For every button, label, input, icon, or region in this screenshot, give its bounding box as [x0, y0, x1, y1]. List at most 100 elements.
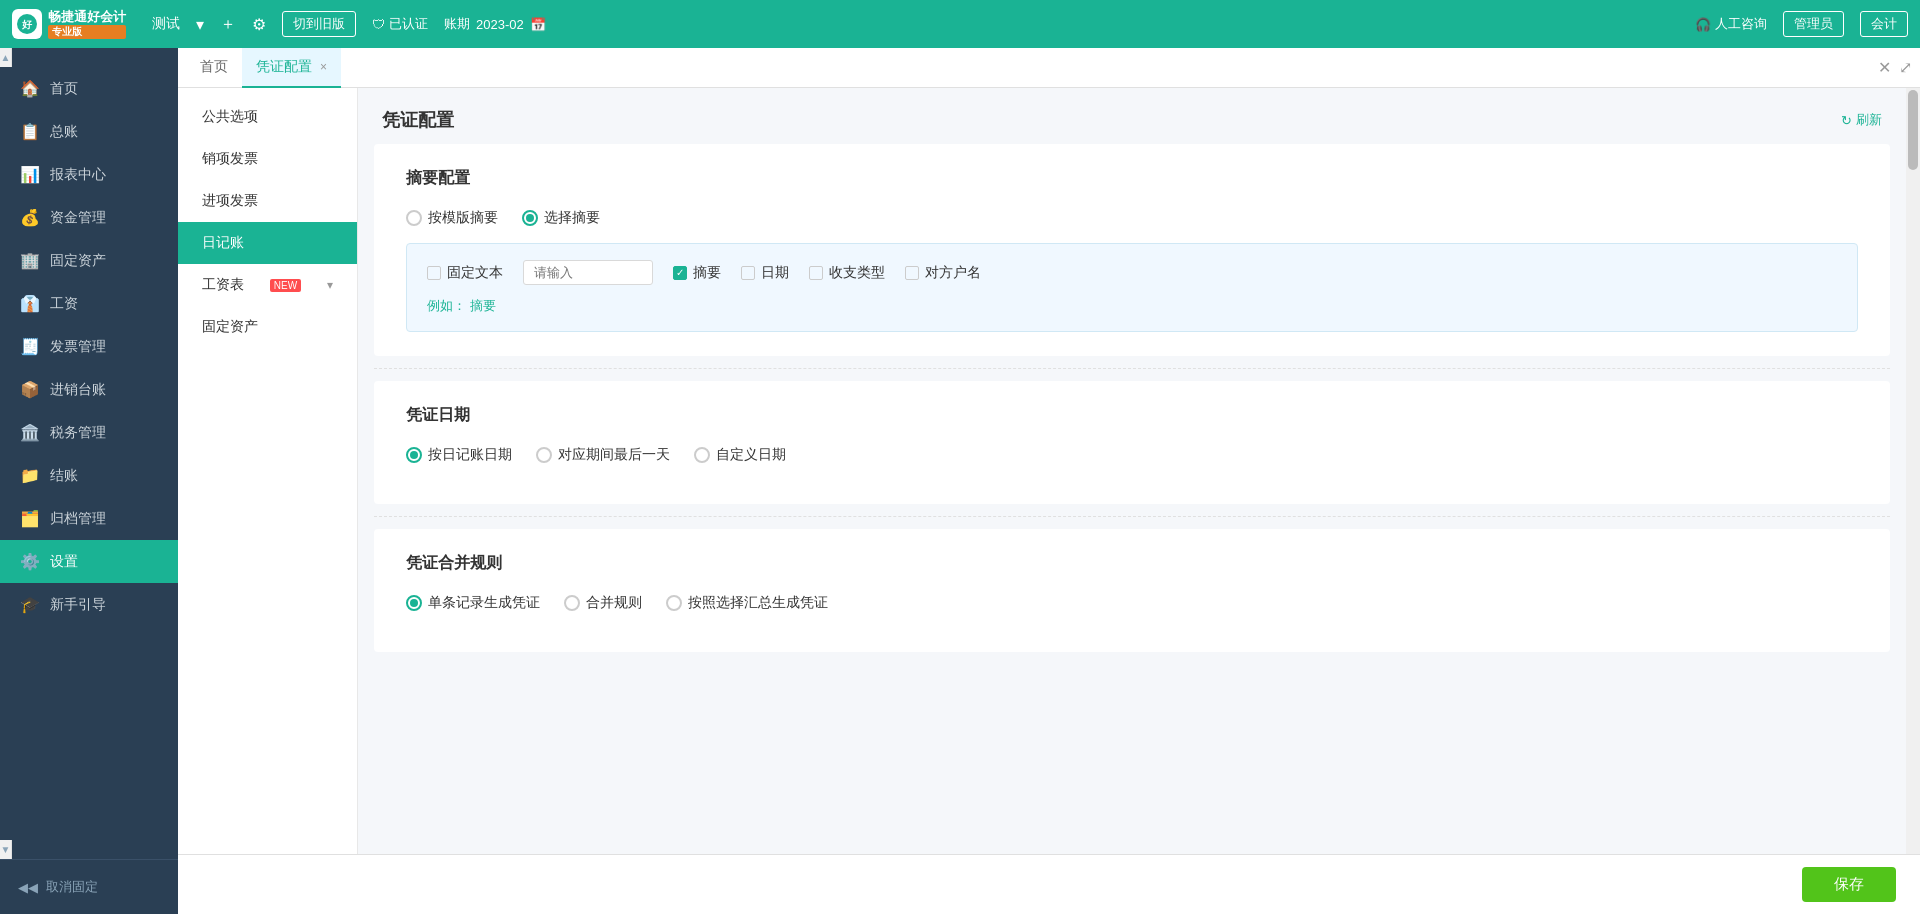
settings-sidebar-icon: ⚙️	[20, 552, 40, 571]
merge-radio-rule[interactable]: 合并规则	[564, 594, 642, 612]
sidebar-item-guide[interactable]: 🎓 新手引导	[0, 583, 178, 626]
sidebar-item-capital-label: 资金管理	[50, 209, 106, 227]
left-nav-payroll-table[interactable]: 工资表 NEW ▾	[178, 264, 357, 306]
top-bar: 好 畅捷通好会计 专业版 测试 ▾ ＋ ⚙ 切到旧版 🛡 已认证 账期 2023…	[0, 0, 1920, 48]
sidebar: ▲ 🏠 首页 📋 总账 📊 报表中心 💰 资金管理	[0, 48, 178, 914]
payroll-icon: 👔	[20, 294, 40, 313]
sidebar-item-settings[interactable]: ⚙️ 设置	[0, 540, 178, 583]
divider-2	[374, 516, 1890, 517]
summary-checkbox-label: 摘要	[693, 264, 721, 282]
config-header: 凭证配置 ↻ 刷新	[358, 88, 1906, 144]
left-nav-purchase-invoice[interactable]: 进项发票	[178, 180, 357, 222]
scrollbar-thumb[interactable]	[1908, 90, 1918, 170]
admin-button[interactable]: 管理员	[1783, 11, 1844, 37]
left-nav-public-label: 公共选项	[202, 108, 258, 124]
chevron-down-icon: ▾	[327, 278, 333, 292]
summary-section-title: 摘要配置	[406, 168, 1858, 189]
sidebar-item-archive[interactable]: 🗂️ 归档管理	[0, 497, 178, 540]
merge-radio-summary[interactable]: 按照选择汇总生成凭证	[666, 594, 828, 612]
sidebar-item-tax-label: 税务管理	[50, 424, 106, 442]
tab-voucher-config-label: 凭证配置	[256, 58, 312, 76]
sidebar-item-invoice[interactable]: 🧾 发票管理	[0, 325, 178, 368]
content-area: 首页 凭证配置 × ✕ ⤢ 公共选项	[178, 48, 1920, 914]
sidebar-scroll-down[interactable]: ▼	[1, 844, 11, 855]
template-radio-label: 按模版摘要	[428, 209, 498, 227]
select-radio-label: 选择摘要	[544, 209, 600, 227]
fixed-text-input[interactable]	[523, 260, 653, 285]
tab-bar-right: ✕ ⤢	[1878, 58, 1912, 77]
merge-radio-single[interactable]: 单条记录生成凭证	[406, 594, 540, 612]
sidebar-item-capital[interactable]: 💰 资金管理	[0, 196, 178, 239]
sidebar-item-sales-ledger[interactable]: 📦 进销台账	[0, 368, 178, 411]
save-button[interactable]: 保存	[1802, 867, 1896, 902]
sidebar-item-tax[interactable]: 🏛️ 税务管理	[0, 411, 178, 454]
sidebar-item-settings-label: 设置	[50, 553, 78, 571]
date-checkbox[interactable]: 日期	[741, 264, 789, 282]
refresh-icon: ↻	[1841, 113, 1852, 128]
tab-voucher-config[interactable]: 凭证配置 ×	[242, 48, 341, 88]
sidebar-item-close-account[interactable]: 📁 结账	[0, 454, 178, 497]
tab-bar-close-icon[interactable]: ✕	[1878, 58, 1891, 77]
svg-text:好: 好	[21, 19, 33, 30]
tab-bar-expand-icon[interactable]: ⤢	[1899, 58, 1912, 77]
sidebar-item-fixed-assets[interactable]: 🏢 固定资产	[0, 239, 178, 282]
select-radio-circle	[522, 210, 538, 226]
close-account-icon: 📁	[20, 466, 40, 485]
summary-radio-select[interactable]: 选择摘要	[522, 209, 600, 227]
custom-date-label: 自定义日期	[716, 446, 786, 464]
refresh-label: 刷新	[1856, 111, 1882, 129]
sidebar-item-report-center[interactable]: 📊 报表中心	[0, 153, 178, 196]
left-nav-sales-invoice[interactable]: 销项发票	[178, 138, 357, 180]
tab-home[interactable]: 首页	[186, 48, 242, 88]
period-info: 账期 2023-02 📅	[444, 15, 546, 33]
date-radio-custom[interactable]: 自定义日期	[694, 446, 786, 464]
custom-date-radio-circle	[694, 447, 710, 463]
income-type-checkbox-box	[809, 266, 823, 280]
example-text: 例如： 摘要	[427, 297, 1837, 315]
left-nav-public-options[interactable]: 公共选项	[178, 96, 357, 138]
summary-checkbox[interactable]: 摘要	[673, 264, 721, 282]
sidebar-item-archive-label: 归档管理	[50, 510, 106, 528]
guide-icon: 🎓	[20, 595, 40, 614]
sidebar-item-general-ledger[interactable]: 📋 总账	[0, 110, 178, 153]
logo-sub: 专业版	[48, 25, 126, 39]
sidebar-item-home[interactable]: 🏠 首页	[0, 67, 178, 110]
archive-icon: 🗂️	[20, 509, 40, 528]
left-nav-purchase-label: 进项发票	[202, 192, 258, 208]
top-bar-center: 测试 ▾ ＋ ⚙ 切到旧版 🛡 已认证 账期 2023-02 📅	[152, 11, 1695, 37]
pin-icon: ◀◀	[18, 880, 38, 895]
calendar-icon[interactable]: 📅	[530, 17, 546, 32]
settings-icon[interactable]: ⚙	[252, 15, 266, 34]
consult-label: 人工咨询	[1715, 15, 1767, 33]
role-button[interactable]: 会计	[1860, 11, 1908, 37]
sidebar-item-payroll[interactable]: 👔 工资	[0, 282, 178, 325]
summary-config-row: 固定文本 摘要 日期	[427, 260, 1837, 285]
new-badge: NEW	[270, 279, 301, 292]
counterparty-checkbox[interactable]: 对方户名	[905, 264, 981, 282]
tax-icon: 🏛️	[20, 423, 40, 442]
cancel-fixed-button[interactable]: ◀◀ 取消固定	[10, 870, 168, 904]
left-nav-diary[interactable]: 日记账	[178, 222, 357, 264]
fixed-text-checkbox[interactable]: 固定文本	[427, 264, 503, 282]
bottom-bar: 保存	[178, 854, 1920, 914]
counterparty-checkbox-box	[905, 266, 919, 280]
diary-date-label: 按日记账日期	[428, 446, 512, 464]
date-radio-diary[interactable]: 按日记账日期	[406, 446, 512, 464]
left-nav-payroll-label: 工资表	[202, 276, 244, 294]
sidebar-scroll-up[interactable]: ▲	[1, 52, 11, 63]
left-nav-fixed-assets[interactable]: 固定资产	[178, 306, 357, 348]
consult-button[interactable]: 🎧 人工咨询	[1695, 15, 1767, 33]
switch-old-version-button[interactable]: 切到旧版	[282, 11, 356, 37]
fixed-text-label: 固定文本	[447, 264, 503, 282]
refresh-button[interactable]: ↻ 刷新	[1841, 111, 1882, 129]
workspace-dropdown-icon[interactable]: ▾	[196, 15, 204, 34]
tab-close-icon[interactable]: ×	[320, 60, 327, 74]
income-type-checkbox[interactable]: 收支类型	[809, 264, 885, 282]
date-radio-period-end[interactable]: 对应期间最后一天	[536, 446, 670, 464]
workspace-name: 测试	[152, 15, 180, 33]
add-icon[interactable]: ＋	[220, 14, 236, 35]
sidebar-item-payroll-label: 工资	[50, 295, 78, 313]
summary-radio-template[interactable]: 按模版摘要	[406, 209, 498, 227]
summary-checkbox-box	[673, 266, 687, 280]
example-prefix: 例如：	[427, 298, 466, 313]
